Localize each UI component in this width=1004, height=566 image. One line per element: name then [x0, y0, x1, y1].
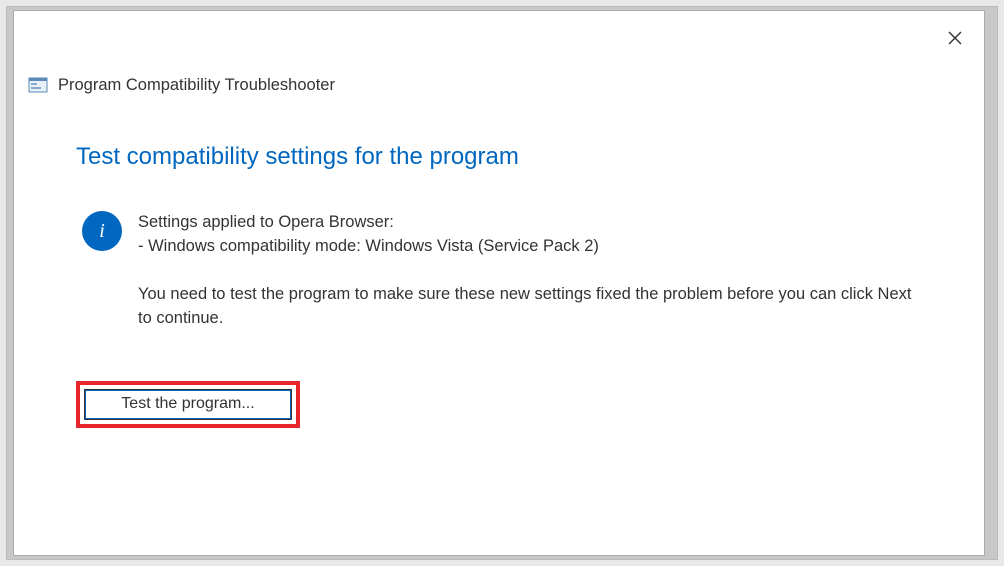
content-area: Test compatibility settings for the prog…	[14, 95, 984, 428]
troubleshooter-dialog: Program Compatibility Troubleshooter Tes…	[13, 10, 985, 556]
info-text: Settings applied to Opera Browser: - Win…	[138, 211, 924, 331]
close-icon	[947, 30, 963, 46]
test-program-button[interactable]: Test the program...	[84, 389, 292, 420]
info-row: i Settings applied to Opera Browser: - W…	[76, 211, 924, 331]
highlight-frame: Test the program...	[76, 381, 300, 428]
main-heading: Test compatibility settings for the prog…	[76, 143, 924, 171]
header-title: Program Compatibility Troubleshooter	[58, 76, 335, 95]
header-row: Program Compatibility Troubleshooter	[14, 11, 984, 95]
settings-applied-label: Settings applied to Opera Browser:	[138, 211, 924, 235]
close-button[interactable]	[946, 29, 964, 47]
troubleshooter-icon	[28, 75, 48, 95]
info-icon: i	[82, 211, 122, 251]
test-instruction-text: You need to test the program to make sur…	[138, 283, 924, 331]
outer-frame: Program Compatibility Troubleshooter Tes…	[6, 6, 998, 560]
compat-mode-value: - Windows compatibility mode: Windows Vi…	[138, 235, 924, 259]
